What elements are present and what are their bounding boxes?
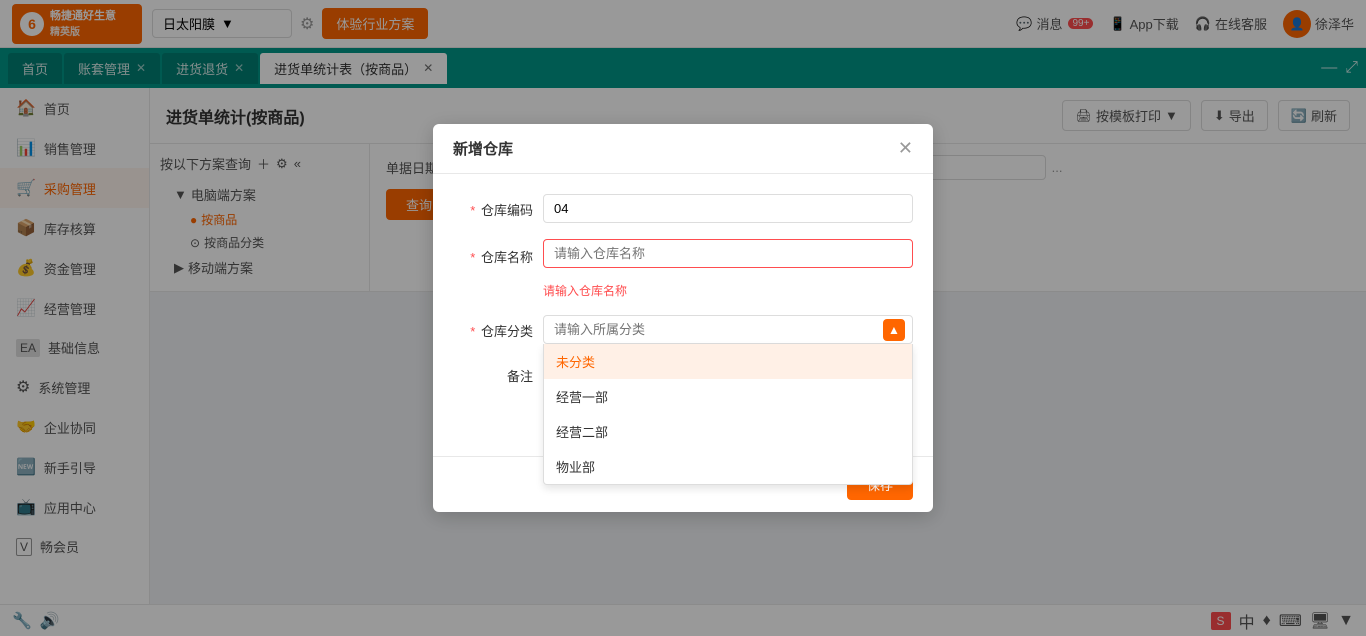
code-label: * 仓库编码: [453, 194, 533, 219]
name-label: * 仓库名称: [453, 241, 533, 266]
modal-title: 新增仓库: [453, 138, 513, 159]
modal-overlay: 新增仓库 ✕ * 仓库编码 * 仓库名称: [0, 0, 1366, 636]
modal-add-warehouse: 新增仓库 ✕ * 仓库编码 * 仓库名称: [433, 124, 933, 512]
warehouse-code-input[interactable]: [543, 194, 913, 223]
modal-body: * 仓库编码 * 仓库名称 请输入仓库名称: [433, 174, 933, 456]
category-input-wrapper: ▲ 未分类 经营一部 经营二部 物业部: [543, 315, 913, 344]
modal-header: 新增仓库 ✕: [433, 124, 933, 174]
dropdown-item-3[interactable]: 物业部: [544, 449, 912, 484]
category-toggle-button[interactable]: ▲: [883, 319, 905, 341]
warehouse-name-input[interactable]: [543, 239, 913, 268]
category-input[interactable]: [543, 315, 913, 344]
form-row-category: * 仓库分类 ▲ 未分类 经营一部 经营二部: [453, 315, 913, 344]
category-label: * 仓库分类: [453, 315, 533, 340]
modal-close-button[interactable]: ✕: [898, 138, 913, 159]
dropdown-item-1[interactable]: 经营一部: [544, 379, 912, 414]
category-dropdown: 未分类 经营一部 经营二部 物业部: [543, 344, 913, 485]
dropdown-item-0[interactable]: 未分类: [544, 344, 912, 379]
form-row-name: * 仓库名称 请输入仓库名称: [453, 239, 913, 299]
remarks-label: 备注: [453, 360, 533, 385]
dropdown-item-2[interactable]: 经营二部: [544, 414, 912, 449]
form-row-code: * 仓库编码: [453, 194, 913, 223]
name-error-msg: 请输入仓库名称: [543, 284, 627, 298]
